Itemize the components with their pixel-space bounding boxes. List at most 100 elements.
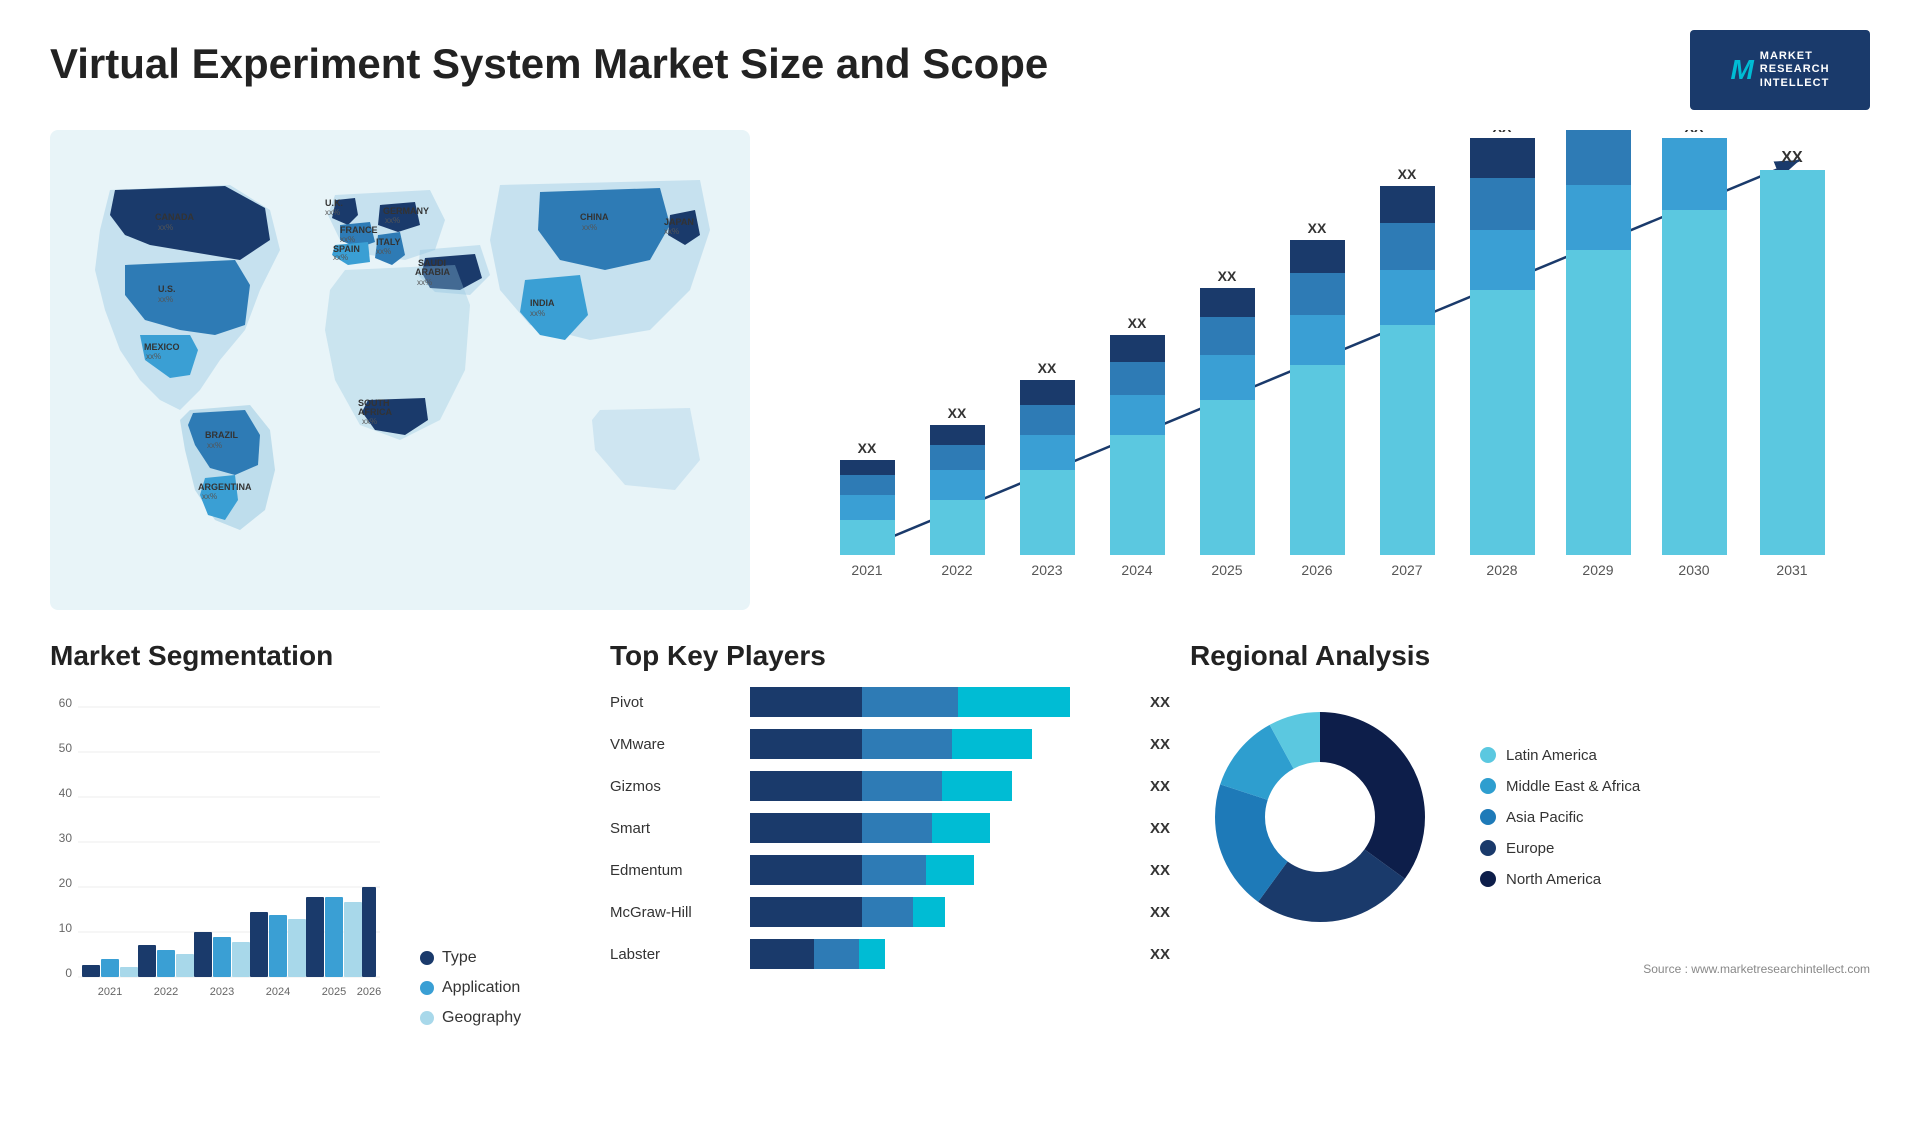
svg-text:XX: XX — [1218, 268, 1237, 284]
bar-seg2 — [814, 939, 859, 969]
svg-text:10: 10 — [59, 921, 73, 935]
legend-geography: Geography — [420, 1009, 521, 1027]
bar-chart: XX 2021 XX 2022 XX — [780, 130, 1870, 610]
geography-color — [420, 1011, 434, 1025]
svg-text:2026: 2026 — [1301, 562, 1332, 578]
player-value: XX — [1150, 694, 1170, 711]
application-label: Application — [442, 979, 520, 997]
svg-text:40: 40 — [59, 786, 73, 800]
mea-label: Middle East & Africa — [1506, 778, 1640, 795]
logo-line1: MARKET — [1760, 50, 1830, 63]
page-container: Virtual Experiment System Market Size an… — [0, 0, 1920, 1146]
bar-seg2 — [862, 813, 932, 843]
player-name: Edmentum — [610, 862, 740, 879]
svg-text:2029: 2029 — [1582, 562, 1613, 578]
bar-seg3 — [958, 687, 1070, 717]
player-name: Gizmos — [610, 778, 740, 795]
players-list: Pivot XX VMware XX Gizmos XX — [610, 687, 1170, 969]
legend-type: Type — [420, 949, 521, 967]
player-value: XX — [1150, 904, 1170, 921]
legend-asia-pacific: Asia Pacific — [1480, 809, 1640, 826]
svg-text:2021: 2021 — [851, 562, 882, 578]
svg-text:20: 20 — [59, 876, 73, 890]
svg-text:xx%: xx% — [362, 417, 377, 426]
svg-text:ITALY: ITALY — [376, 237, 401, 247]
latin-america-label: Latin America — [1506, 747, 1597, 764]
donut-area: Latin America Middle East & Africa Asia … — [1190, 687, 1870, 947]
svg-text:FRANCE: FRANCE — [340, 225, 378, 235]
svg-text:2030: 2030 — [1678, 562, 1709, 578]
page-title: Virtual Experiment System Market Size an… — [50, 40, 1048, 88]
geography-label: Geography — [442, 1009, 521, 1027]
bar-seg3 — [926, 855, 974, 885]
svg-text:60: 60 — [59, 696, 73, 710]
bar-seg3 — [859, 939, 885, 969]
svg-text:ARABIA: ARABIA — [415, 267, 450, 277]
bar-seg1 — [750, 897, 862, 927]
regional-section: Regional Analysis — [1190, 640, 1870, 1120]
bar-seg2 — [862, 855, 926, 885]
bar-seg3 — [952, 729, 1032, 759]
segmentation-title: Market Segmentation — [50, 640, 590, 672]
legend-application: Application — [420, 979, 521, 997]
bar-seg1 — [750, 771, 862, 801]
player-row: Labster XX — [610, 939, 1170, 969]
bar-seg1 — [750, 939, 814, 969]
legend-latin-america: Latin America — [1480, 747, 1640, 764]
type-color — [420, 951, 434, 965]
svg-text:XX: XX — [1128, 315, 1147, 331]
north-america-label: North America — [1506, 871, 1601, 888]
legend-middle-east-africa: Middle East & Africa — [1480, 778, 1640, 795]
svg-text:2024: 2024 — [266, 986, 290, 998]
logo-line2: RESEARCH — [1760, 63, 1830, 76]
bar-seg1 — [750, 813, 862, 843]
svg-text:2026: 2026 — [357, 986, 381, 998]
svg-text:2025: 2025 — [322, 986, 346, 998]
player-value: XX — [1150, 946, 1170, 963]
player-bar — [750, 897, 1132, 927]
svg-text:50: 50 — [59, 741, 73, 755]
svg-text:30: 30 — [59, 831, 73, 845]
player-value: XX — [1150, 862, 1170, 879]
svg-text:2028: 2028 — [1486, 562, 1517, 578]
bar-seg3 — [913, 897, 945, 927]
logo-letter: M — [1730, 54, 1753, 86]
legend-north-america: North America — [1480, 871, 1640, 888]
bar-seg2 — [862, 729, 952, 759]
segmentation-section: Market Segmentation 0 10 20 30 40 50 60 — [50, 640, 590, 1120]
svg-text:xx%: xx% — [202, 492, 217, 501]
player-bar — [750, 855, 1132, 885]
svg-text:XX: XX — [1781, 149, 1803, 166]
donut-chart — [1190, 687, 1450, 947]
svg-text:ARGENTINA: ARGENTINA — [198, 482, 252, 492]
players-section: Top Key Players Pivot XX VMware XX Gizmo… — [610, 640, 1170, 1120]
svg-text:2022: 2022 — [941, 562, 972, 578]
segmentation-legend: Type Application Geography — [420, 929, 521, 1027]
svg-text:xx%: xx% — [325, 208, 340, 217]
legend-europe: Europe — [1480, 840, 1640, 857]
bar-seg3 — [942, 771, 1012, 801]
north-america-color — [1480, 871, 1496, 887]
svg-text:MEXICO: MEXICO — [144, 342, 180, 352]
player-name: Smart — [610, 820, 740, 837]
player-bar — [750, 813, 1132, 843]
svg-text:xx%: xx% — [664, 227, 679, 236]
bar-seg3 — [932, 813, 990, 843]
player-name: VMware — [610, 736, 740, 753]
svg-text:XX: XX — [1398, 166, 1417, 182]
player-value: XX — [1150, 778, 1170, 795]
svg-text:xx%: xx% — [146, 352, 161, 361]
svg-text:2024: 2024 — [1121, 562, 1152, 578]
player-row: Edmentum XX — [610, 855, 1170, 885]
source-text: Source : www.marketresearchintellect.com — [1190, 962, 1870, 976]
svg-text:JAPAN: JAPAN — [664, 217, 694, 227]
regional-legend: Latin America Middle East & Africa Asia … — [1480, 747, 1640, 888]
players-title: Top Key Players — [610, 640, 1170, 672]
svg-text:xx%: xx% — [158, 295, 173, 304]
logo-line3: INTELLECT — [1760, 77, 1830, 90]
svg-text:xx%: xx% — [417, 278, 432, 287]
player-bar — [750, 687, 1132, 717]
player-name: Labster — [610, 946, 740, 963]
svg-text:XX: XX — [1493, 130, 1512, 135]
top-section: CANADA xx% U.S. xx% MEXICO xx% BRAZIL xx… — [50, 130, 1870, 610]
